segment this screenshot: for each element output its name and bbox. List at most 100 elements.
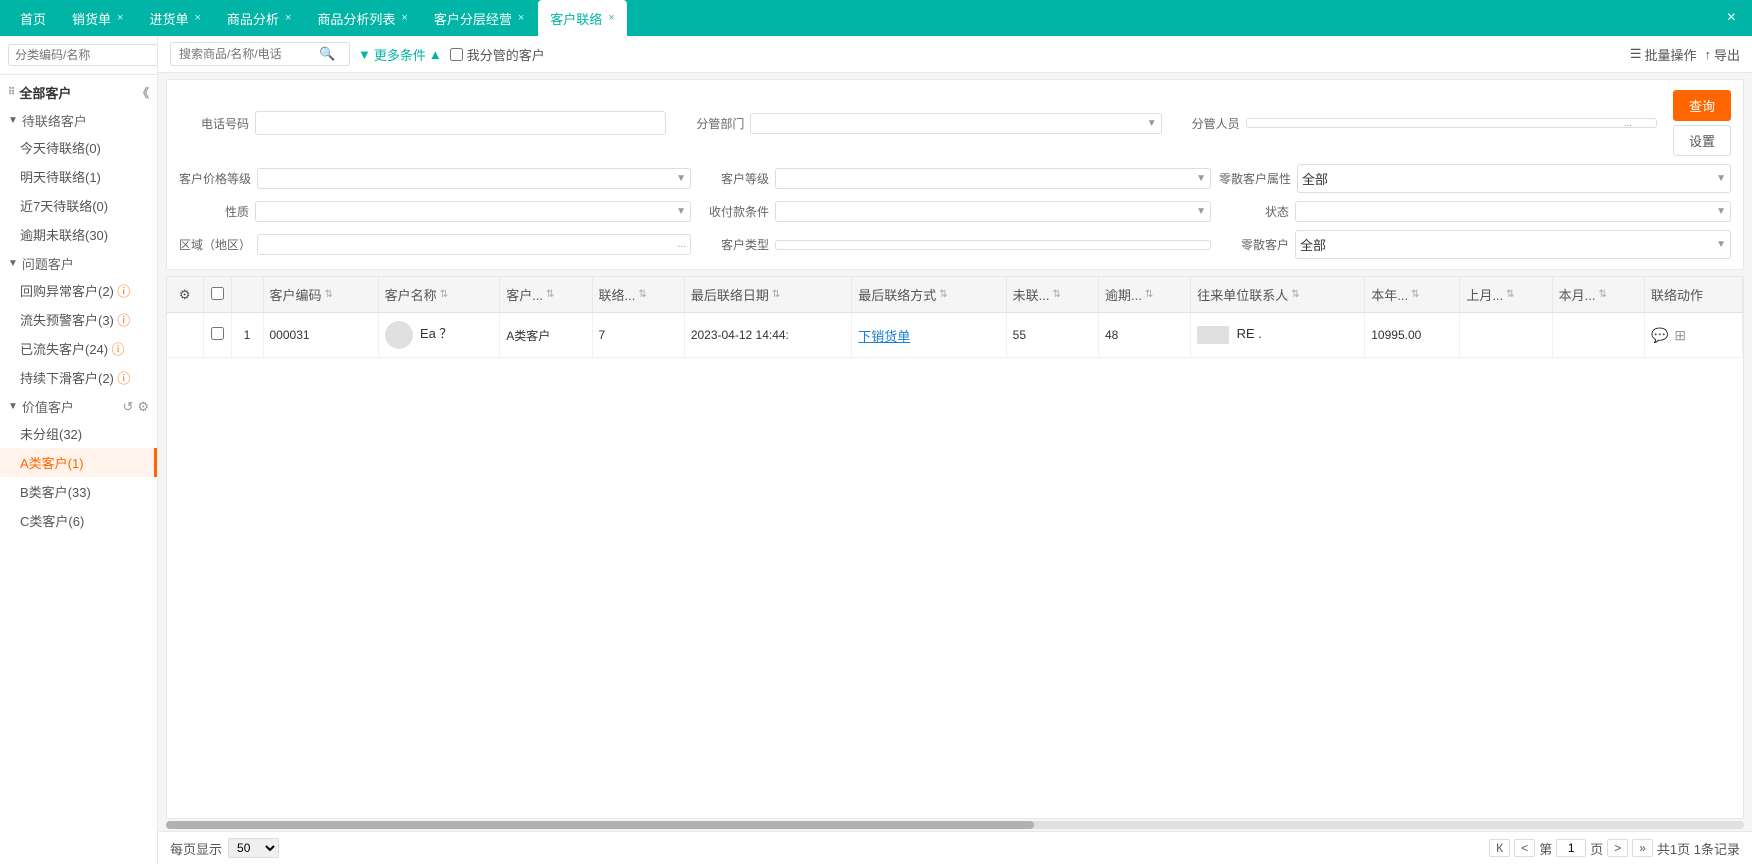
last-page-btn[interactable]: » <box>1632 839 1653 857</box>
export-icon: ↑ <box>1704 47 1711 62</box>
phone-label: 电话号码 <box>179 115 249 132</box>
dept-select[interactable]: ▼ <box>750 113 1161 134</box>
customer-type-select[interactable] <box>775 240 1211 250</box>
close-customer-layer-tab[interactable]: × <box>518 12 524 24</box>
nav-tab-customer-contact[interactable]: 客户联络 × <box>538 0 626 36</box>
prev-page-btn[interactable]: < <box>1514 839 1535 857</box>
region-select[interactable]: ... <box>257 234 691 255</box>
pay-condition-select[interactable]: ▼ <box>775 201 1211 222</box>
pending-contact-group[interactable]: ▼ 待联络客户 <box>0 106 157 133</box>
info-icon-repurchase: ⓘ <box>117 284 130 299</box>
status-bar-right: К < 第 页 > » 共1页 1条记录 <box>1489 839 1740 858</box>
sidebar-item-declining[interactable]: 持续下滑客户(2) ⓘ <box>0 363 157 392</box>
close-sales-tab[interactable]: × <box>117 12 123 24</box>
col-type: 客户... ⇅ <box>500 277 592 313</box>
gear-icon[interactable]: ⚙ <box>179 287 191 302</box>
sidebar-item-tomorrow[interactable]: 明天待联络(1) <box>0 162 157 191</box>
close-customer-contact-tab[interactable]: × <box>608 12 614 24</box>
col-overdue: 逾期... ⇅ <box>1098 277 1190 313</box>
first-page-btn[interactable]: К <box>1489 839 1510 857</box>
my-customers-checkbox[interactable] <box>450 48 463 61</box>
sort-code-icon[interactable]: ⇅ <box>325 289 333 300</box>
settings-icon[interactable]: ⚙ <box>137 399 149 415</box>
grid-action-icon[interactable]: ⊞ <box>1674 327 1686 344</box>
sort-type-icon[interactable]: ⇅ <box>546 289 554 300</box>
retail-attr-select[interactable]: 全部 ▼ <box>1297 164 1731 193</box>
sidebar-item-b-class[interactable]: B类客户(33) <box>0 477 157 506</box>
sidebar-item-ungrouped[interactable]: 未分组(32) <box>0 419 157 448</box>
sort-person-icon[interactable]: ⇅ <box>1291 289 1299 300</box>
filter-search-input[interactable] <box>179 47 319 61</box>
sidebar-item-churn-warning[interactable]: 流失预警客户(3) ⓘ <box>0 305 157 334</box>
next-page-btn[interactable]: > <box>1607 839 1628 857</box>
field-pay-condition: 收付款条件 ▼ <box>699 201 1211 222</box>
value-group-icons: ↺ ⚙ <box>122 399 149 415</box>
refresh-icon[interactable]: ↺ <box>122 399 133 415</box>
value-customers-group[interactable]: ▼ 价值客户 ↺ ⚙ <box>0 392 157 419</box>
chat-action-icon[interactable]: 💬 <box>1651 327 1668 344</box>
select-all-checkbox[interactable] <box>211 287 224 300</box>
my-customers-filter: 我分管的客户 <box>450 45 545 64</box>
sort-date-icon[interactable]: ⇅ <box>772 289 780 300</box>
row-action: 💬 ⊞ <box>1644 313 1742 358</box>
page-number-input[interactable] <box>1556 839 1586 857</box>
sort-lastmonth-icon[interactable]: ⇅ <box>1506 289 1514 300</box>
dept-label: 分管部门 <box>674 115 744 132</box>
sidebar-search-input[interactable] <box>8 44 158 66</box>
nav-tab-goods-list[interactable]: 商品分析列表 × <box>305 0 419 36</box>
filter-more-btn[interactable]: ▼ 更多条件 ▲ <box>358 45 442 64</box>
customer-level-select[interactable]: ▼ <box>775 168 1211 189</box>
batch-op-btn[interactable]: ☰ 批量操作 <box>1630 45 1697 64</box>
sort-overdue-icon[interactable]: ⇅ <box>1145 289 1153 300</box>
sort-method-icon[interactable]: ⇅ <box>939 289 947 300</box>
adv-settings-btn[interactable]: 设置 <box>1673 125 1731 156</box>
filter-search-icon[interactable]: 🔍 <box>319 46 335 62</box>
page-size-select[interactable]: 50 100 <box>228 838 279 858</box>
field-dept: 分管部门 ▼ <box>674 113 1161 134</box>
scrollbar-thumb[interactable] <box>166 821 1034 829</box>
sidebar-item-a-class[interactable]: A类客户(1) <box>0 448 157 477</box>
status-select[interactable]: ▼ <box>1295 201 1731 222</box>
region-label: 区域（地区） <box>179 236 251 253</box>
field-customer-level: 客户等级 ▼ <box>699 168 1211 189</box>
nav-tab-customer-layer[interactable]: 客户分层经营 × <box>422 0 536 36</box>
adv-filter-row-4: 区域（地区） ... 客户类型 零散客户 全部 ▼ <box>179 230 1731 259</box>
nav-tab-sales[interactable]: 销货单 × <box>60 0 135 36</box>
retail-customer-select[interactable]: 全部 ▼ <box>1295 230 1731 259</box>
field-nature: 性质 ▼ <box>179 201 691 222</box>
nav-tab-goods-analysis[interactable]: 商品分析 × <box>215 0 303 36</box>
sidebar-item-7days[interactable]: 近7天待联络(0) <box>0 191 157 220</box>
horizontal-scrollbar[interactable] <box>166 819 1744 831</box>
row-checkbox[interactable] <box>211 327 224 340</box>
sort-contact-icon[interactable]: ⇅ <box>638 289 646 300</box>
price-level-select[interactable]: ▼ <box>257 168 691 189</box>
close-all-btn[interactable]: × <box>1719 9 1744 27</box>
problem-customers-group[interactable]: ▼ 问题客户 <box>0 249 157 276</box>
nature-select[interactable]: ▼ <box>255 201 691 222</box>
last-method-link[interactable]: 下销货单 <box>858 329 910 344</box>
sidebar-item-today[interactable]: 今天待联络(0) <box>0 133 157 162</box>
sort-nodays-icon[interactable]: ⇅ <box>1053 289 1061 300</box>
sidebar-item-repurchase[interactable]: 回购异常客户(2) ⓘ <box>0 276 157 305</box>
sidebar-item-c-class[interactable]: C类客户(6) <box>0 506 157 535</box>
close-goods-analysis-tab[interactable]: × <box>285 12 291 24</box>
nav-tab-purchase[interactable]: 进货单 × <box>137 0 212 36</box>
field-phone: 电话号码 <box>179 111 666 135</box>
query-btn[interactable]: 查询 <box>1673 90 1731 121</box>
sort-thismonth-icon[interactable]: ⇅ <box>1598 289 1606 300</box>
person-select[interactable]: ... <box>1246 118 1657 128</box>
phone-input[interactable] <box>255 111 666 135</box>
sidebar-item-overdue[interactable]: 逾期未联络(30) <box>0 220 157 249</box>
sort-name-icon[interactable]: ⇅ <box>440 289 448 300</box>
status-arrow: ▼ <box>1716 206 1726 217</box>
export-btn[interactable]: ↑ 导出 <box>1704 45 1740 64</box>
dots-icon: ⠿ <box>8 87 15 98</box>
nav-tab-home[interactable]: 首页 <box>8 9 58 28</box>
close-purchase-tab[interactable]: × <box>194 12 200 24</box>
close-goods-list-tab[interactable]: × <box>401 12 407 24</box>
row-last-date: 2023-04-12 14:44: <box>684 313 851 358</box>
sidebar-collapse-btn[interactable]: 《 <box>137 84 149 101</box>
batch-op-icon: ☰ <box>1630 46 1642 62</box>
sidebar-item-churned[interactable]: 已流失客户(24) ⓘ <box>0 334 157 363</box>
sort-year-icon[interactable]: ⇅ <box>1411 289 1419 300</box>
